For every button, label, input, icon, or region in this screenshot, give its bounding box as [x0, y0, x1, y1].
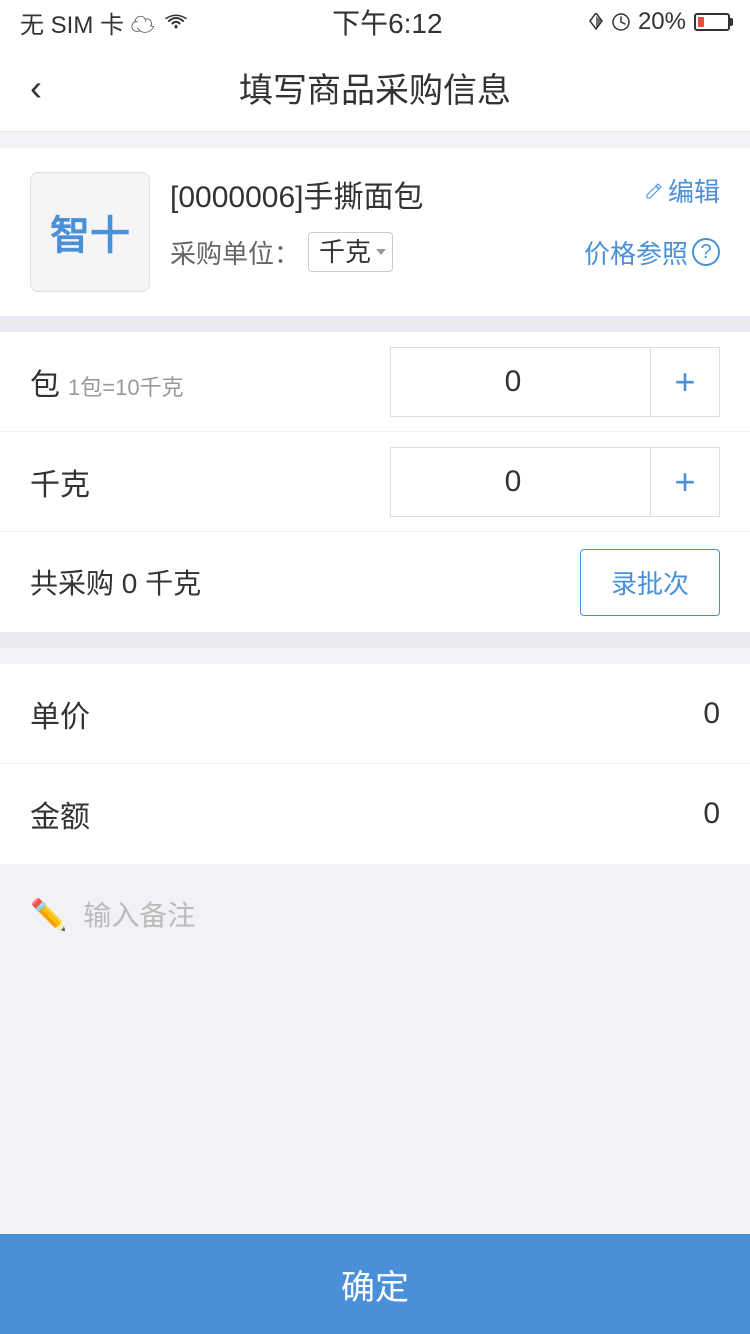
- product-unit-row: 采购单位： 千克 包 箱 价格参照 ?: [170, 232, 720, 272]
- edit-button[interactable]: 编辑: [644, 172, 720, 209]
- kg-input-wrap: +: [390, 447, 720, 517]
- status-time: 下午6:12: [332, 2, 443, 42]
- total-row: 共采购 0 千克 录批次: [0, 532, 750, 632]
- unit-label: 采购单位：: [170, 234, 300, 271]
- price-section: 单价 0 金额 0: [0, 664, 750, 864]
- product-card: 智十 [0000006]手撕面包 编辑 采购单位： 千克 包 箱: [0, 148, 750, 316]
- location-icon: [588, 13, 604, 31]
- no-sim-text: 无 SIM 卡 ☁: [20, 5, 155, 40]
- pencil-icon: ✏️: [30, 898, 67, 933]
- price-ref-help-icon: ?: [692, 238, 720, 266]
- kg-input[interactable]: [390, 447, 650, 517]
- product-name: [0000006]手撕面包: [170, 172, 423, 216]
- bao-label: 包1包=10千克: [30, 360, 390, 404]
- section-divider-1: [0, 316, 750, 332]
- nav-bar: ‹ 填写商品采购信息: [0, 44, 750, 132]
- battery-percent: 20%: [638, 8, 686, 36]
- bao-plus-button[interactable]: +: [650, 347, 720, 417]
- product-header: [0000006]手撕面包 编辑: [170, 172, 720, 216]
- bao-sublabel: 1包=10千克: [68, 375, 184, 400]
- unit-price-label: 单价: [30, 692, 90, 736]
- input-section: 包1包=10千克 + 千克 +: [0, 332, 750, 532]
- record-batch-button[interactable]: 录批次: [580, 549, 720, 616]
- product-image: 智十: [30, 172, 150, 292]
- product-info: [0000006]手撕面包 编辑 采购单位： 千克 包 箱 价格参照: [170, 172, 720, 272]
- unit-select[interactable]: 千克 包 箱: [308, 232, 393, 272]
- battery-icon: [694, 13, 730, 31]
- price-ref-button[interactable]: 价格参照 ?: [584, 234, 720, 271]
- amount-row: 金额 0: [0, 764, 750, 864]
- status-right: 20%: [588, 8, 730, 36]
- kg-input-row: 千克 +: [0, 432, 750, 532]
- amount-label: 金额: [30, 792, 90, 836]
- bao-input[interactable]: [390, 347, 650, 417]
- page-title: 填写商品采购信息: [239, 63, 511, 112]
- confirm-button[interactable]: 确定: [0, 1234, 750, 1334]
- amount-value: 0: [703, 797, 720, 831]
- back-button[interactable]: ‹: [30, 67, 42, 109]
- price-ref-label: 价格参照: [584, 234, 688, 271]
- total-text: 共采购 0 千克: [30, 562, 201, 602]
- clock-icon: [612, 13, 630, 31]
- kg-plus-button[interactable]: +: [650, 447, 720, 517]
- unit-price-row: 单价 0: [0, 664, 750, 764]
- status-bar: 无 SIM 卡 ☁ 下午6:12 20%: [0, 0, 750, 44]
- bao-input-wrap: +: [390, 347, 720, 417]
- unit-price-value: 0: [703, 697, 720, 731]
- wifi-icon: [165, 14, 187, 30]
- remark-placeholder: 输入备注: [83, 894, 195, 934]
- edit-icon: [644, 181, 664, 201]
- bao-input-row: 包1包=10千克 +: [0, 332, 750, 432]
- status-left: 无 SIM 卡 ☁: [20, 5, 187, 40]
- product-logo: 智十: [50, 203, 130, 261]
- remark-section[interactable]: ✏️ 输入备注: [0, 864, 750, 984]
- kg-label: 千克: [30, 460, 390, 504]
- section-divider-2: [0, 632, 750, 648]
- edit-label: 编辑: [668, 172, 720, 209]
